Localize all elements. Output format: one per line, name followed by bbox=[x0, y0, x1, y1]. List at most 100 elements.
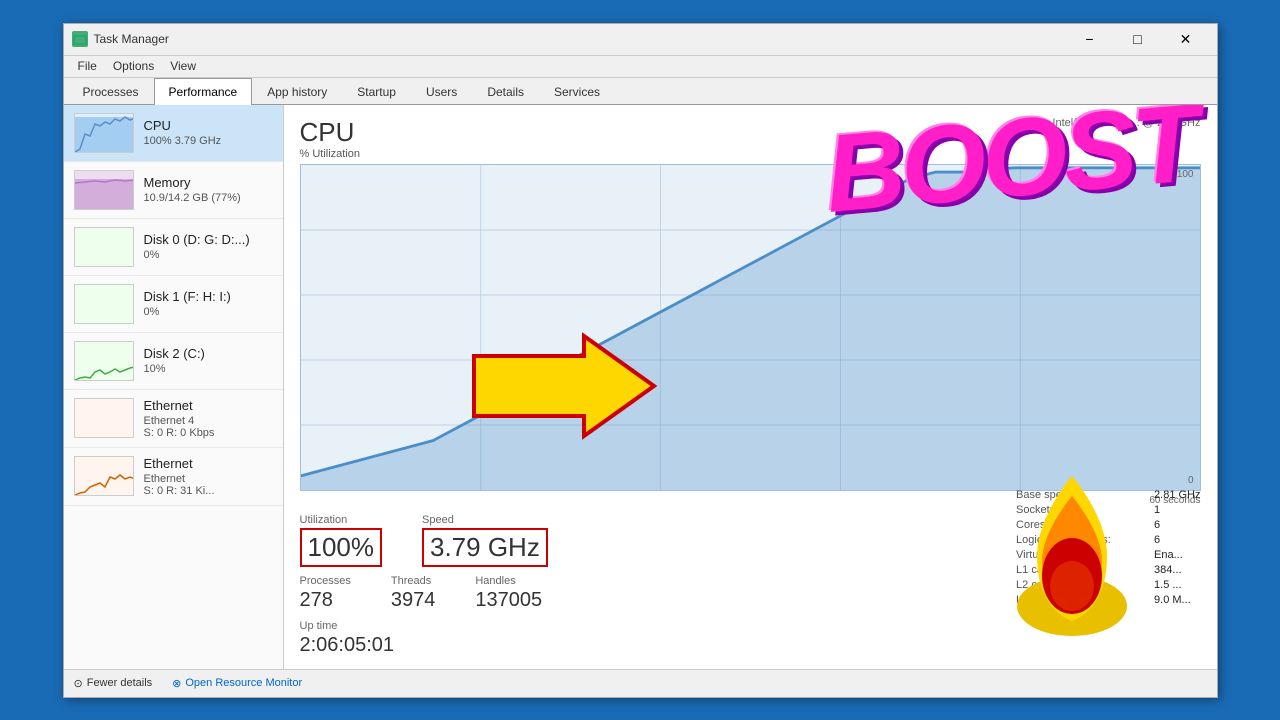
l1-label: L1 cache: bbox=[1016, 564, 1146, 576]
tab-users[interactable]: Users bbox=[411, 78, 472, 105]
tab-startup[interactable]: Startup bbox=[342, 78, 411, 105]
sidebar-item-disk0[interactable]: Disk 0 (D: G: D:...) 0% bbox=[64, 219, 283, 276]
base-speed-value: 2.81 GHz bbox=[1154, 489, 1200, 501]
disk1-sidebar-name: Disk 1 (F: H: I:) bbox=[144, 289, 253, 304]
sockets-value: 1 bbox=[1154, 504, 1160, 516]
tab-details[interactable]: Details bbox=[472, 78, 539, 105]
cpu-thumbnail bbox=[74, 113, 134, 153]
right-stats-panel: Base speed: 2.81 GHz Sockets: 1 Cores: 6… bbox=[1016, 489, 1200, 609]
memory-sidebar-sub: 10.9/14.2 GB (77%) bbox=[144, 192, 253, 204]
utilization-value: 100% bbox=[300, 528, 383, 567]
tab-processes[interactable]: Processes bbox=[68, 78, 154, 105]
cores-value: 6 bbox=[1154, 519, 1160, 531]
handles-label: Handles bbox=[475, 575, 542, 587]
sidebar-item-disk2[interactable]: Disk 2 (C:) 10% bbox=[64, 333, 283, 390]
task-manager-window: Task Manager − □ ✕ File Options View Pro… bbox=[63, 23, 1218, 698]
stat-logical: Logical processors: 6 bbox=[1016, 534, 1200, 546]
sidebar: CPU 100% 3.79 GHz Memory 10.9/14.2 GB (7… bbox=[64, 105, 284, 669]
memory-sidebar-name: Memory bbox=[144, 175, 253, 190]
footer: ⊙ Fewer details ⊗ Open Resource Monitor bbox=[64, 669, 1217, 697]
fewer-details-button[interactable]: ⊙ Fewer details bbox=[74, 677, 153, 690]
ethernet1-sidebar-sub2: S: 0 R: 0 Kbps bbox=[144, 427, 253, 439]
ethernet1-sidebar-info: Ethernet Ethernet 4 S: 0 R: 0 Kbps bbox=[144, 398, 253, 439]
disk2-thumbnail bbox=[74, 341, 134, 381]
sidebar-item-ethernet2[interactable]: Ethernet Ethernet S: 0 R: 31 Ki... bbox=[64, 448, 283, 506]
tab-performance[interactable]: Performance bbox=[154, 78, 253, 105]
cores-label: Cores: bbox=[1016, 519, 1146, 531]
speed-stat: Speed 3.79 GHz bbox=[422, 514, 548, 567]
disk2-sidebar-name: Disk 2 (C:) bbox=[144, 346, 253, 361]
cpu-util-label: % Utilization bbox=[300, 148, 361, 160]
content-area: CPU 100% 3.79 GHz Memory 10.9/14.2 GB (7… bbox=[64, 105, 1217, 669]
cpu-chart: 100 0 bbox=[300, 164, 1201, 491]
stat-sockets: Sockets: 1 bbox=[1016, 504, 1200, 516]
disk0-thumbnail bbox=[74, 227, 134, 267]
ethernet1-sidebar-sub1: Ethernet 4 bbox=[144, 415, 253, 427]
menu-view[interactable]: View bbox=[162, 57, 204, 75]
handles-stat: Handles 137005 bbox=[475, 575, 542, 612]
menu-file[interactable]: File bbox=[70, 57, 105, 75]
ethernet1-sidebar-name: Ethernet bbox=[144, 398, 253, 413]
uptime-label: Up time bbox=[300, 620, 1201, 632]
title-bar: Task Manager − □ ✕ bbox=[64, 24, 1217, 56]
close-button[interactable]: ✕ bbox=[1163, 23, 1209, 55]
speed-label: Speed bbox=[422, 514, 548, 526]
base-speed-label: Base speed: bbox=[1016, 489, 1146, 501]
resource-monitor-icon: ⊗ bbox=[172, 677, 181, 690]
tab-bar: Processes Performance App history Startu… bbox=[64, 78, 1217, 105]
chart-range-top: 100 bbox=[1177, 169, 1194, 180]
disk0-sidebar-info: Disk 0 (D: G: D:...) 0% bbox=[144, 232, 253, 261]
disk1-sidebar-info: Disk 1 (F: H: I:) 0% bbox=[144, 289, 253, 318]
threads-value: 3974 bbox=[391, 589, 436, 612]
stat-l1: L1 cache: 384... bbox=[1016, 564, 1200, 576]
uptime-group: Up time 2:06:05:01 bbox=[300, 620, 1201, 657]
ethernet2-sidebar-name: Ethernet bbox=[144, 456, 253, 471]
cpu-title-group: CPU % Utilization bbox=[300, 117, 361, 160]
stat-l2: L2 cache: 1.5 ... bbox=[1016, 579, 1200, 591]
l2-label: L2 cache: bbox=[1016, 579, 1146, 591]
l3-value: 9.0 M... bbox=[1154, 594, 1191, 606]
minimize-button[interactable]: − bbox=[1067, 23, 1113, 55]
stat-virt: Virtualization: Ena... bbox=[1016, 549, 1200, 561]
memory-sidebar-info: Memory 10.9/14.2 GB (77%) bbox=[144, 175, 253, 204]
disk1-sidebar-sub: 0% bbox=[144, 306, 253, 318]
window-icon bbox=[72, 31, 88, 47]
virt-label: Virtualization: bbox=[1016, 549, 1146, 561]
memory-thumbnail bbox=[74, 170, 134, 210]
menu-options[interactable]: Options bbox=[105, 57, 162, 75]
virt-value: Ena... bbox=[1154, 549, 1183, 561]
cpu-sidebar-name: CPU bbox=[144, 118, 253, 133]
utilization-stat: Utilization 100% bbox=[300, 514, 383, 567]
ethernet2-sidebar-sub2: S: 0 R: 31 Ki... bbox=[144, 485, 253, 497]
cpu-header: CPU % Utilization Intel(R) Core i5-... @… bbox=[300, 117, 1201, 160]
handles-value: 137005 bbox=[475, 589, 542, 612]
uptime-value: 2:06:05:01 bbox=[300, 634, 1201, 657]
logical-label: Logical processors: bbox=[1016, 534, 1146, 546]
open-resource-monitor-button[interactable]: ⊗ Open Resource Monitor bbox=[172, 677, 302, 690]
cpu-sidebar-info: CPU 100% 3.79 GHz bbox=[144, 118, 253, 147]
stat-base-speed: Base speed: 2.81 GHz bbox=[1016, 489, 1200, 501]
sidebar-item-memory[interactable]: Memory 10.9/14.2 GB (77%) bbox=[64, 162, 283, 219]
ethernet2-thumbnail bbox=[74, 456, 134, 496]
tab-app-history[interactable]: App history bbox=[252, 78, 342, 105]
disk0-sidebar-name: Disk 0 (D: G: D:...) bbox=[144, 232, 253, 247]
threads-stat: Threads 3974 bbox=[391, 575, 436, 612]
tab-services[interactable]: Services bbox=[539, 78, 615, 105]
speed-value: 3.79 GHz bbox=[422, 528, 548, 567]
threads-label: Threads bbox=[391, 575, 436, 587]
ethernet2-sidebar-sub1: Ethernet bbox=[144, 473, 253, 485]
cpu-model: Intel(R) Core i5-... @ 2.80GHz bbox=[1052, 117, 1200, 129]
sidebar-item-ethernet1[interactable]: Ethernet Ethernet 4 S: 0 R: 0 Kbps bbox=[64, 390, 283, 448]
sidebar-item-cpu[interactable]: CPU 100% 3.79 GHz bbox=[64, 105, 283, 162]
logical-value: 6 bbox=[1154, 534, 1160, 546]
window-title: Task Manager bbox=[94, 32, 1067, 46]
processes-value: 278 bbox=[300, 589, 351, 612]
l2-value: 1.5 ... bbox=[1154, 579, 1182, 591]
sidebar-item-disk1[interactable]: Disk 1 (F: H: I:) 0% bbox=[64, 276, 283, 333]
disk2-sidebar-info: Disk 2 (C:) 10% bbox=[144, 346, 253, 375]
disk0-sidebar-sub: 0% bbox=[144, 249, 253, 261]
ethernet1-thumbnail bbox=[74, 398, 134, 438]
maximize-button[interactable]: □ bbox=[1115, 23, 1161, 55]
chart-range-bottom: 0 bbox=[1188, 475, 1194, 486]
main-panel: CPU % Utilization Intel(R) Core i5-... @… bbox=[284, 105, 1217, 669]
